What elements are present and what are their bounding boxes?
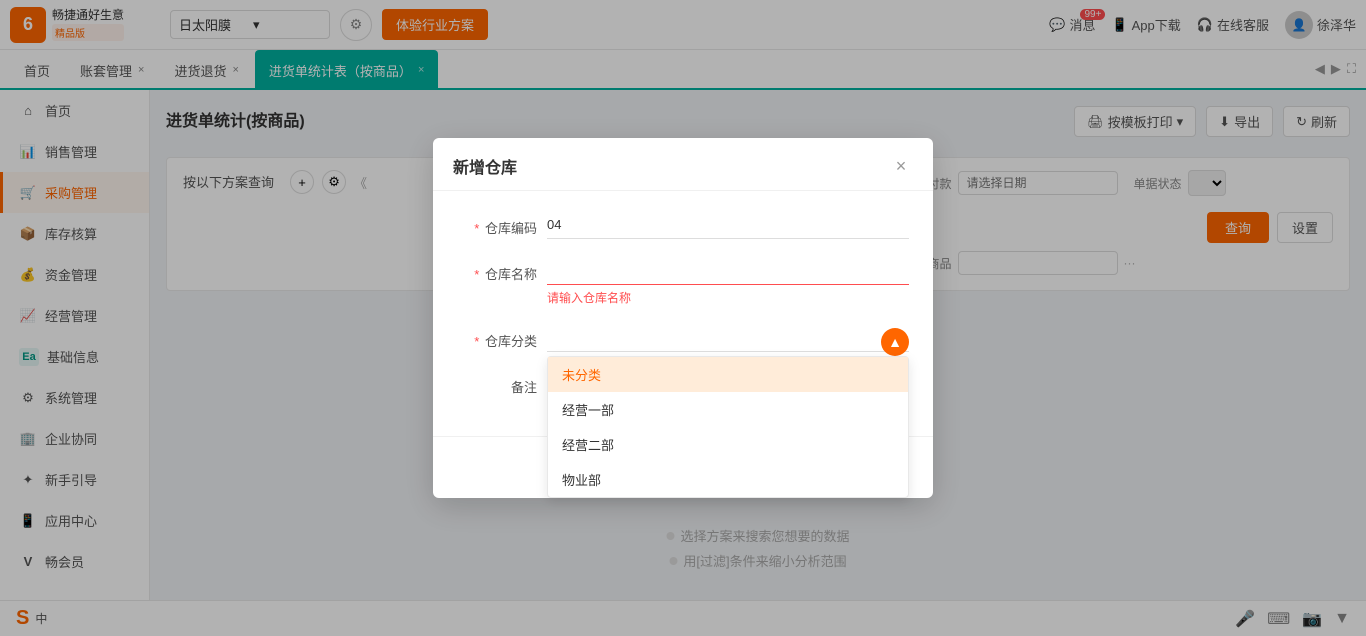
remark-label: 备注	[457, 370, 537, 396]
warehouse-code-input[interactable]	[547, 211, 909, 239]
category-up-icon[interactable]: ▲	[881, 328, 909, 356]
category-dropdown: 未分类 经营一部 经营二部 物业部	[547, 356, 909, 498]
dialog-body: * 仓库编码 * 仓库名称 请输入仓库名称 *	[433, 191, 933, 436]
form-row-code: * 仓库编码	[457, 211, 909, 239]
dialog-header: 新增仓库 ×	[433, 138, 933, 191]
form-row-category: * 仓库分类 ▲ 未分类 经营一部 经营二部 物业部	[457, 324, 909, 352]
dropdown-item-3[interactable]: 物业部	[548, 462, 908, 497]
dropdown-item-1[interactable]: 经营一部	[548, 392, 908, 427]
category-label: * 仓库分类	[457, 324, 537, 350]
dialog-close-btn[interactable]: ×	[889, 154, 913, 178]
modal-overlay[interactable]: 新增仓库 × * 仓库编码 * 仓库名称 请输入仓库名称	[0, 0, 1366, 636]
name-label: * 仓库名称	[457, 257, 537, 283]
dialog-title: 新增仓库	[453, 154, 517, 178]
name-error-msg: 请输入仓库名称	[547, 289, 909, 306]
warehouse-name-input[interactable]	[547, 257, 909, 285]
dropdown-item-0[interactable]: 未分类	[548, 357, 908, 392]
form-row-name: * 仓库名称 请输入仓库名称	[457, 257, 909, 306]
code-label: * 仓库编码	[457, 211, 537, 237]
dropdown-item-2[interactable]: 经营二部	[548, 427, 908, 462]
category-input[interactable]	[547, 324, 909, 352]
add-warehouse-dialog: 新增仓库 × * 仓库编码 * 仓库名称 请输入仓库名称	[433, 138, 933, 498]
